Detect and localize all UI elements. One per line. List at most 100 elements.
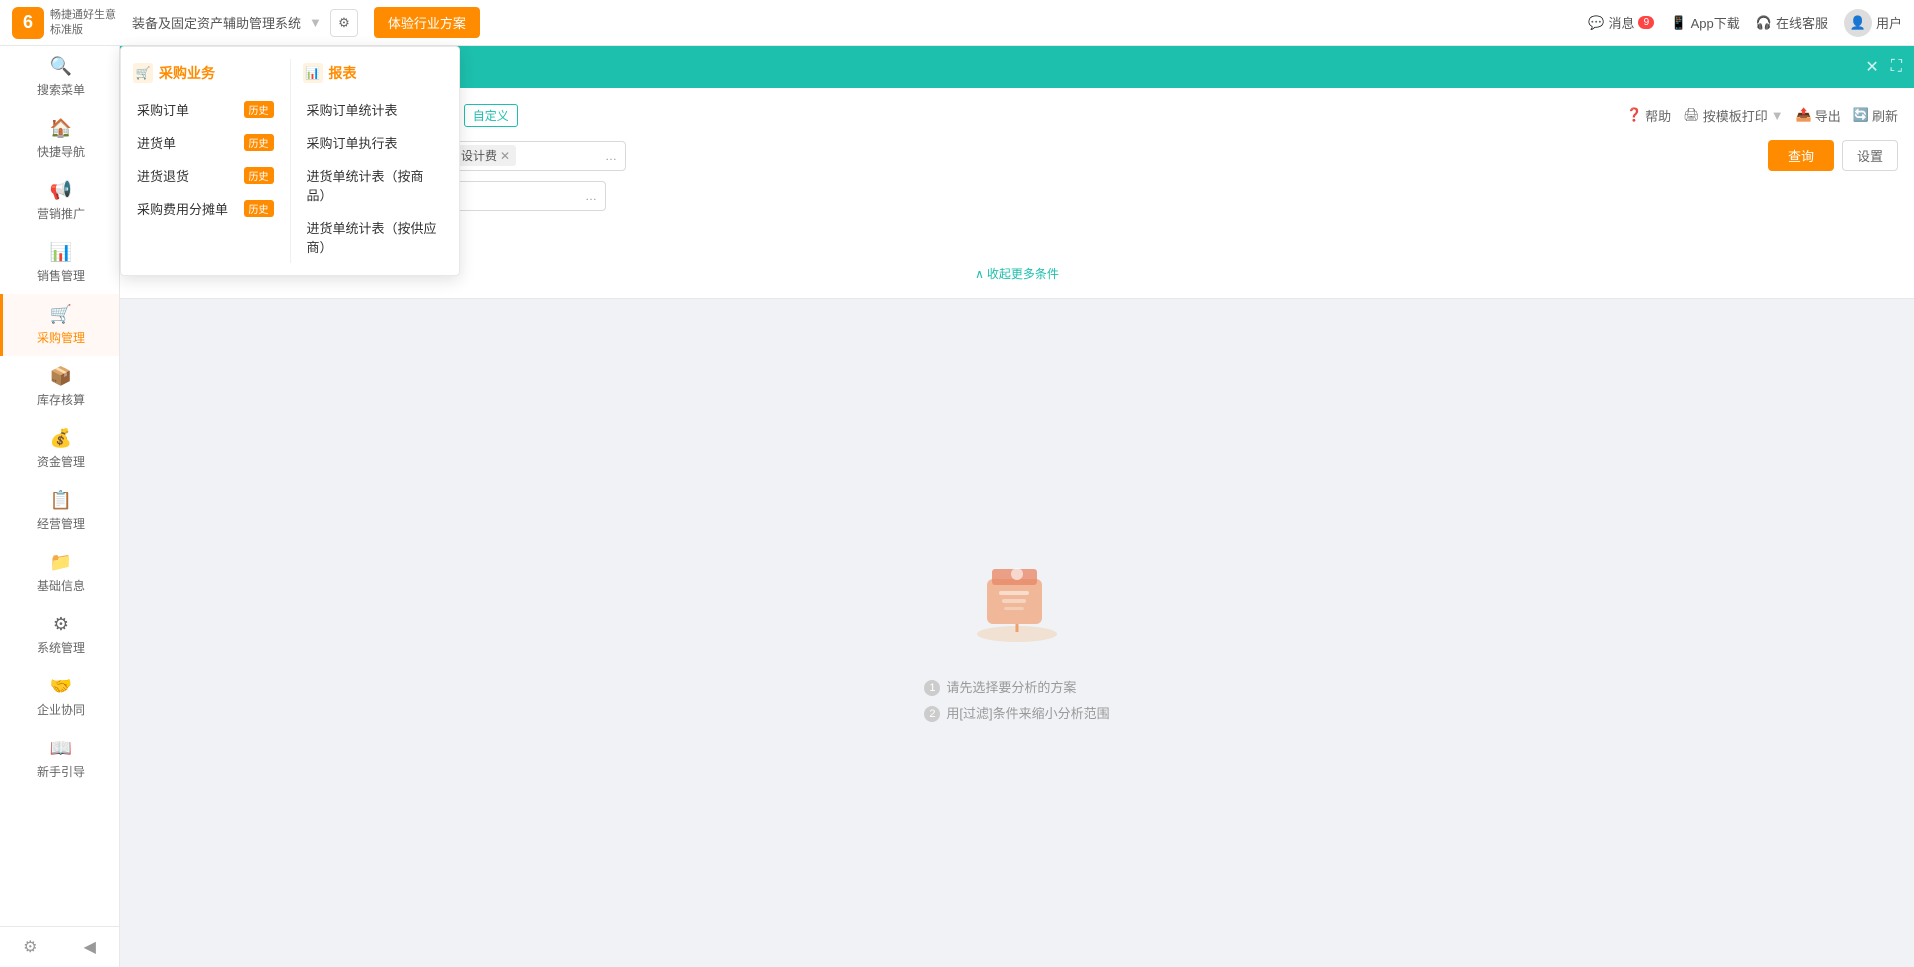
export-btn[interactable]: 📤 导出 (1796, 106, 1841, 125)
empty-state: 1 请先选择要分析的方案 2 用[过滤]条件来缩小分析范围 (120, 299, 1914, 967)
tab-close-all-btn[interactable]: ✕ (1861, 57, 1882, 77)
sidebar-item-search[interactable]: 🔍 搜索菜单 (0, 46, 119, 108)
help-btn[interactable]: ❓ 帮助 (1626, 106, 1671, 125)
history-badge-4: 历史 (244, 200, 274, 217)
purchase-title-icon: 🛒 (133, 63, 153, 83)
dropdown-item-purchase-return[interactable]: 进货退货 历史 (133, 159, 278, 192)
sidebar-item-label: 新手引导 (37, 763, 85, 780)
report-col-title: 📊 报表 (303, 59, 448, 93)
system-name-area: 装备及固定资产辅助管理系统 ▼ ⚙ 体验行业方案 (132, 7, 1588, 38)
user-btn[interactable]: 👤 用户 (1844, 9, 1902, 37)
sidebar-item-sales[interactable]: 📊 销售管理 (0, 232, 119, 294)
message-badge: 9 (1638, 16, 1654, 29)
help-icon: ❓ (1626, 107, 1642, 123)
guide-icon: 📖 (50, 738, 72, 759)
goods-tag: 设计费 ✕ (455, 145, 516, 166)
sidebar-settings-btn[interactable]: ⚙ (23, 937, 37, 957)
sidebar-item-marketing[interactable]: 📢 营销推广 (0, 170, 119, 232)
sidebar-item-quick-nav[interactable]: 🏠 快捷导航 (0, 108, 119, 170)
goods-select[interactable]: 设计费 ✕ … (446, 141, 626, 171)
dropdown-item-in-goods[interactable]: 进货单统计表（按商品） (303, 159, 448, 211)
salesperson-ellipsis[interactable]: … (585, 189, 597, 203)
sidebar-item-label: 企业协同 (37, 701, 85, 718)
history-badge-1: 历史 (244, 101, 274, 118)
logo-area: 6 畅捷通好生意 标准版 (12, 7, 132, 39)
action-btns: 查询 设置 (1768, 140, 1898, 171)
query-btn[interactable]: 查询 (1768, 140, 1834, 171)
sidebar-item-finance[interactable]: 💰 资金管理 (0, 418, 119, 480)
dropdown-item-order-exec[interactable]: 采购订单执行表 (303, 126, 448, 159)
purchase-col-title: 🛒 采购业务 (133, 59, 278, 93)
sidebar-item-label: 基础信息 (37, 577, 85, 594)
logo-icon: 6 (12, 7, 44, 39)
goods-tag-close[interactable]: ✕ (500, 149, 510, 163)
sidebar-item-label: 快捷导航 (37, 143, 85, 160)
history-badge-2: 历史 (244, 134, 274, 151)
refresh-icon: 🔄 (1853, 107, 1869, 123)
export-icon: 📤 (1796, 107, 1812, 123)
sidebar-item-operations[interactable]: 📋 经营管理 (0, 480, 119, 542)
sidebar-item-inventory[interactable]: 📦 库存核算 (0, 356, 119, 418)
finance-icon: 💰 (50, 428, 72, 449)
phone-icon: 📱 (1670, 15, 1686, 31)
salesperson-select[interactable]: … (446, 181, 606, 211)
top-right: 💬 消息 9 📱 App下载 🎧 在线客服 👤 用户 (1588, 9, 1902, 37)
sidebar-item-label: 库存核算 (37, 391, 85, 408)
history-badge-3: 历史 (244, 167, 274, 184)
dropdown-item-purchase-cost[interactable]: 采购费用分摊单 历史 (133, 192, 278, 225)
tab-bar-right: ✕ ⛶ (1861, 57, 1914, 77)
dropdown-item-order-stats[interactable]: 采购订单统计表 (303, 93, 448, 126)
sidebar-item-label: 搜索菜单 (37, 81, 85, 98)
online-service-btn[interactable]: 🎧 在线客服 (1756, 13, 1828, 32)
message-btn[interactable]: 💬 消息 9 (1588, 13, 1654, 32)
tab-maximize-btn[interactable]: ⛶ (1887, 58, 1906, 76)
print-btn[interactable]: 🖨 按模板打印 ▼ (1683, 106, 1783, 125)
collab-icon: 🤝 (50, 676, 72, 697)
sidebar-item-system[interactable]: ⚙ 系统管理 (0, 604, 119, 666)
sidebar-item-label: 销售管理 (37, 267, 85, 284)
collapse-btn[interactable]: ∧ 收起更多条件 (975, 265, 1059, 282)
system-icon: ⚙ (53, 614, 69, 635)
refresh-btn[interactable]: 🔄 刷新 (1853, 106, 1898, 125)
sidebar-item-collab[interactable]: 🤝 企业协同 (0, 666, 119, 728)
tip-num-1: 1 (924, 680, 940, 696)
home-icon: 🏠 (50, 118, 72, 139)
dropdown-item-purchase-in[interactable]: 进货单 历史 (133, 126, 278, 159)
sales-icon: 📊 (50, 242, 72, 263)
sidebar-item-guide[interactable]: 📖 新手引导 (0, 728, 119, 790)
sidebar-item-label: 系统管理 (37, 639, 85, 656)
app-download-btn[interactable]: 📱 App下载 (1670, 13, 1739, 32)
avatar: 👤 (1844, 9, 1872, 37)
sidebar-item-label: 经营管理 (37, 515, 85, 532)
message-icon: 💬 (1588, 15, 1604, 31)
dropdown-item-purchase-order[interactable]: 采购订单 历史 (133, 93, 278, 126)
sidebar-item-label: 资金管理 (37, 453, 85, 470)
dropdown-columns: 🛒 采购业务 采购订单 历史 进货单 历史 进货退货 历史 采购费用分摊单 历史 (121, 59, 459, 263)
industry-btn[interactable]: 体验行业方案 (374, 7, 480, 38)
sidebar-item-basic[interactable]: 📁 基础信息 (0, 542, 119, 604)
inventory-icon: 📦 (50, 366, 72, 387)
goods-ellipsis[interactable]: … (605, 149, 617, 163)
headset-icon: 🎧 (1756, 15, 1772, 31)
empty-illustration (957, 539, 1077, 659)
logo-text: 畅捷通好生意 标准版 (50, 8, 116, 37)
operations-icon: 📋 (50, 490, 72, 511)
print-icon: 🖨 (1683, 107, 1700, 123)
toolbar-right: ❓ 帮助 🖨 按模板打印 ▼ 📤 导出 🔄 刷新 (1626, 106, 1898, 125)
report-col: 📊 报表 采购订单统计表 采购订单执行表 进货单统计表（按商品） 进货单统计表（… (290, 59, 460, 263)
top-bar: 6 畅捷通好生意 标准版 装备及固定资产辅助管理系统 ▼ ⚙ 体验行业方案 💬 … (0, 0, 1914, 46)
date-shortcut-custom[interactable]: 自定义 (464, 104, 518, 127)
sidebar: 🔍 搜索菜单 🏠 快捷导航 📢 营销推广 📊 销售管理 🛒 采购管理 📦 库存核… (0, 46, 120, 967)
tip-1: 1 请先选择要分析的方案 (924, 675, 1109, 701)
report-title-icon: 📊 (303, 63, 323, 83)
dropdown-item-in-supplier[interactable]: 进货单统计表（按供应商） (303, 211, 448, 263)
search-icon: 🔍 (50, 56, 72, 77)
system-settings-btn[interactable]: ⚙ (330, 9, 358, 37)
settings-filter-btn[interactable]: 设置 (1842, 140, 1898, 171)
sidebar-item-purchase[interactable]: 🛒 采购管理 (0, 294, 119, 356)
tip-2: 2 用[过滤]条件来缩小分析范围 (924, 701, 1109, 727)
sidebar-item-label: 营销推广 (37, 205, 85, 222)
dropdown-menu: 🛒 采购业务 采购订单 历史 进货单 历史 进货退货 历史 采购费用分摊单 历史 (120, 46, 460, 276)
sidebar-collapse-btn[interactable]: ◀ (84, 937, 96, 957)
sidebar-bottom: ⚙ ◀ (0, 926, 119, 967)
